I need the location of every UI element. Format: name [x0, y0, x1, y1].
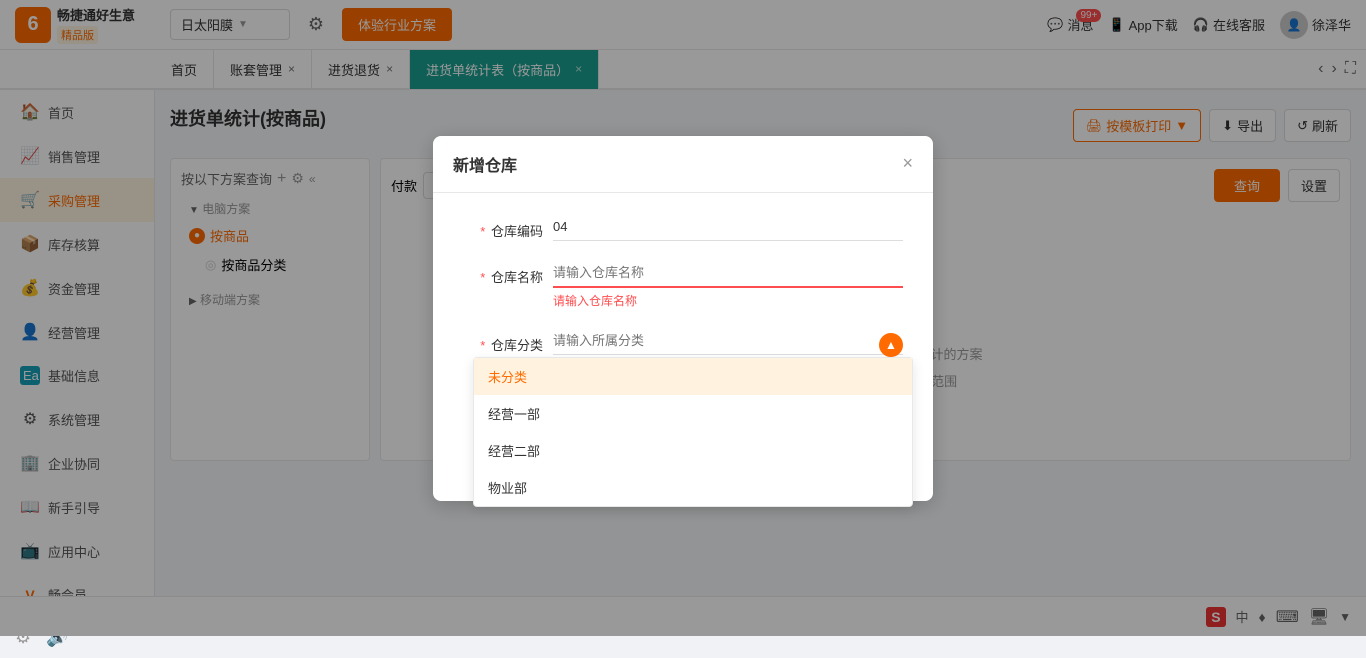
name-label: * 仓库名称	[463, 259, 543, 286]
required-star-code: *	[480, 224, 485, 239]
category-input-wrap: ▲ 未分类 经营一部 经营二部 物业部	[553, 327, 903, 355]
dropdown-item-0[interactable]: 未分类	[474, 358, 912, 395]
category-dropdown-arrow[interactable]: ▲	[879, 333, 903, 357]
dropdown-item-1[interactable]: 经营一部	[474, 395, 912, 432]
new-warehouse-modal: 新增仓库 × * 仓库编码 * 仓库名称	[433, 136, 933, 501]
required-star-name: *	[480, 270, 485, 285]
required-star-category: *	[480, 338, 485, 353]
modal-header: 新增仓库 ×	[433, 136, 933, 193]
warehouse-name-error: 请输入仓库名称	[553, 292, 903, 309]
form-row-code: * 仓库编码	[463, 213, 903, 241]
category-label-text: 仓库分类	[491, 338, 543, 353]
warehouse-name-input[interactable]	[553, 259, 903, 288]
modal-body: * 仓库编码 * 仓库名称 请输入仓库名称	[433, 193, 933, 438]
category-dropdown-list: 未分类 经营一部 经营二部 物业部	[473, 357, 913, 507]
warehouse-category-input[interactable]	[553, 327, 903, 355]
code-label-text: 仓库编码	[491, 224, 543, 239]
modal-overlay[interactable]: 新增仓库 × * 仓库编码 * 仓库名称	[0, 0, 1366, 636]
code-input-wrap	[553, 213, 903, 241]
modal-title: 新增仓库	[453, 152, 517, 176]
form-row-name: * 仓库名称 请输入仓库名称	[463, 259, 903, 309]
dropdown-item-2[interactable]: 经营二部	[474, 432, 912, 469]
dropdown-item-3[interactable]: 物业部	[474, 469, 912, 506]
modal-close-button[interactable]: ×	[902, 153, 913, 174]
warehouse-code-input[interactable]	[553, 213, 903, 241]
code-label: * 仓库编码	[463, 213, 543, 240]
name-label-text: 仓库名称	[491, 270, 543, 285]
name-input-wrap: 请输入仓库名称	[553, 259, 903, 309]
form-row-category: * 仓库分类 ▲ 未分类 经营一部 经营二部 物业部	[463, 327, 903, 355]
category-label: * 仓库分类	[463, 327, 543, 354]
